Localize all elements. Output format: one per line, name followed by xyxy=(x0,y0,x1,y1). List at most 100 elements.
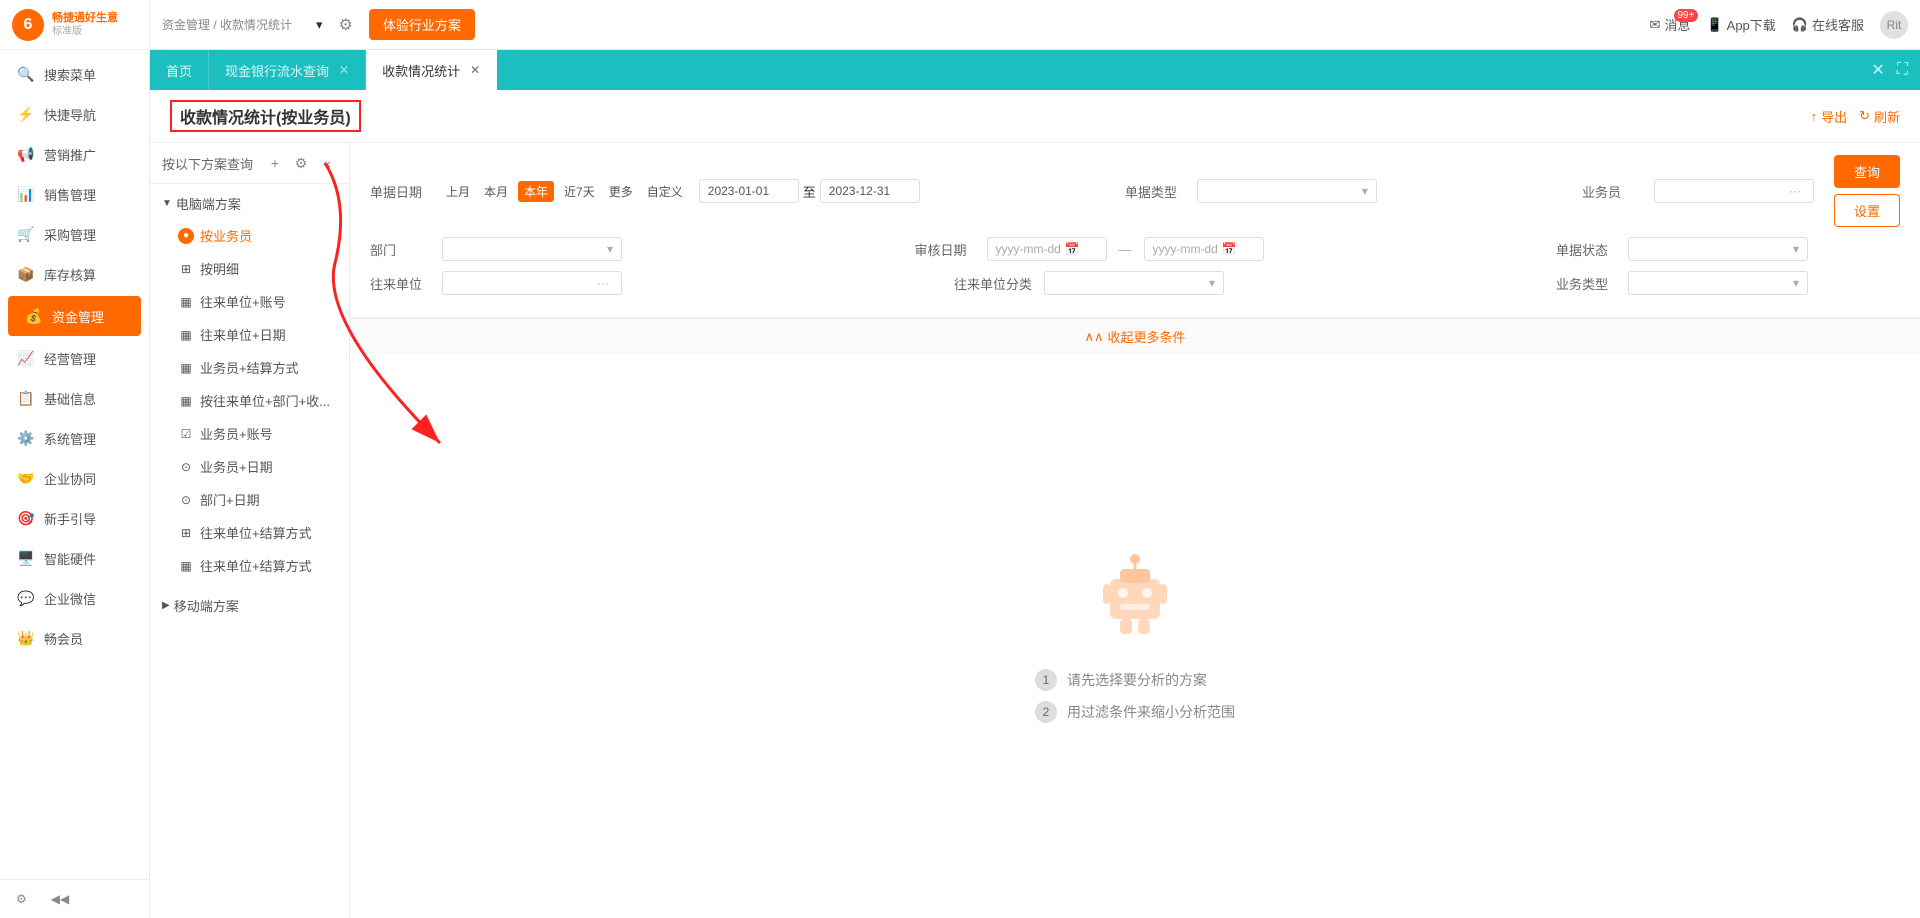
sidebar-item-sales[interactable]: 📊销售管理 xyxy=(0,174,149,214)
tab-home[interactable]: 首页 xyxy=(150,50,209,90)
collapse-panel-btn[interactable]: « xyxy=(317,153,337,173)
sidebar-guide-icon: 🎯 xyxy=(16,508,36,528)
dept-select[interactable]: ▾ xyxy=(442,237,622,261)
empty-state: 1 请先选择要分析的方案 2 用过滤条件来缩小分析范围 xyxy=(350,354,1920,918)
unit-category-label: 往来单位分类 xyxy=(954,274,1032,293)
sidebar-item-label: 营销推广 xyxy=(44,145,96,164)
scheme-group-mobile-title[interactable]: ▶ 移动端方案 xyxy=(150,590,349,621)
scheme-item-staff-settle[interactable]: ▦ 业务员+结算方式 xyxy=(150,351,349,384)
sidebar-item-member[interactable]: 👑畅会员 xyxy=(0,618,149,658)
scheme-icon: ▦ xyxy=(178,360,194,376)
app-icon: 📱 xyxy=(1706,17,1722,33)
scheme-item-by-detail[interactable]: ⊞ 按明细 xyxy=(150,252,349,285)
scheme-item-dept-date[interactable]: ⊙ 部门+日期 xyxy=(150,483,349,516)
close-window-icon[interactable]: ✕ xyxy=(1871,60,1884,80)
staff-select[interactable]: ··· xyxy=(1654,179,1814,203)
group-collapsed-icon: ▶ xyxy=(162,600,170,611)
sidebar-item-label: 快捷导航 xyxy=(44,105,96,124)
topbar-gear-icon[interactable]: ⚙ xyxy=(339,15,353,35)
calendar2-icon: 📅 xyxy=(1222,242,1237,256)
tab-bank[interactable]: 现金银行流水查询 ✕ xyxy=(209,50,366,90)
unit-select[interactable]: ··· xyxy=(442,271,622,295)
doc-type-select[interactable]: ▾ xyxy=(1197,179,1377,203)
date-btn-last-month[interactable]: 上月 xyxy=(442,181,474,202)
scheme-item-unit-settle1[interactable]: ⊞ 往来单位+结算方式 xyxy=(150,516,349,549)
audit-from-input[interactable]: yyyy-mm-dd 📅 xyxy=(987,237,1107,261)
date-range-inputs: 至 xyxy=(699,179,920,203)
sidebar-item-wechat[interactable]: 💬企业微信 xyxy=(0,578,149,618)
export-button[interactable]: ↑ 导出 xyxy=(1811,107,1848,126)
date-to-input[interactable] xyxy=(820,179,920,203)
query-button[interactable]: 查询 xyxy=(1834,155,1900,188)
date-btn-this-month[interactable]: 本月 xyxy=(480,181,512,202)
scheme-item-by-staff[interactable]: ● 按业务员 xyxy=(150,219,349,252)
sidebar-item-basic[interactable]: 📋 基础信息 xyxy=(0,378,149,418)
user-avatar[interactable]: Rit xyxy=(1880,11,1908,39)
collapse-sidebar-icon[interactable]: ◀◀ xyxy=(43,888,77,910)
trial-button[interactable]: 体验行业方案 xyxy=(369,9,475,40)
sidebar-item-finance[interactable]: 💰资金管理 xyxy=(8,296,141,336)
scheme-item-unit-dept[interactable]: ▦ 按往来单位+部门+收... xyxy=(150,384,349,417)
sidebar-item-guide[interactable]: 🎯 新手引导 xyxy=(0,498,149,538)
sidebar-item-system[interactable]: ⚙️系统管理 xyxy=(0,418,149,458)
sidebar-item-purchase[interactable]: 🛒采购管理 xyxy=(0,214,149,254)
doc-status-select[interactable]: ▾ xyxy=(1628,237,1808,261)
settings-button[interactable]: 设置 xyxy=(1834,194,1900,227)
doc-status-label: 单据状态 xyxy=(1556,240,1616,259)
sidebar-item-coop[interactable]: 🤝企业协同 xyxy=(0,458,149,498)
biz-type-select[interactable]: ▾ xyxy=(1628,271,1808,295)
sidebar-operation-icon: 📈 xyxy=(16,348,36,368)
add-scheme-btn[interactable]: + xyxy=(265,153,285,173)
collapse-bar[interactable]: ∧∧ 收起更多条件 xyxy=(350,318,1920,354)
tabbar-controls: ✕ ⛶ xyxy=(1859,60,1920,80)
online-service-btn[interactable]: 🎧 在线客服 xyxy=(1792,15,1864,34)
app-download-btn[interactable]: 📱 App下载 xyxy=(1706,15,1775,34)
sidebar-member-icon: 👑 xyxy=(16,628,36,648)
scheme-group-pc-title[interactable]: ▼ 电脑端方案 xyxy=(150,188,349,219)
sidebar-item-label: 基础信息 xyxy=(44,389,96,408)
message-btn[interactable]: ✉ 消息 99+ xyxy=(1650,15,1691,34)
scheme-icon: ⊞ xyxy=(178,525,194,541)
sidebar-item-label: 经营管理 xyxy=(44,349,96,368)
sidebar-item-label: 企业协同 xyxy=(44,469,96,488)
audit-to-input[interactable]: yyyy-mm-dd 📅 xyxy=(1144,237,1264,261)
empty-step-1: 1 请先选择要分析的方案 xyxy=(1035,669,1235,691)
scheme-item-staff-date[interactable]: ⊙ 业务员+日期 xyxy=(150,450,349,483)
date-btn-this-year[interactable]: 本年 xyxy=(518,181,554,202)
date-btn-more[interactable]: 更多 xyxy=(605,181,637,202)
step-1-label: 请先选择要分析的方案 xyxy=(1067,670,1207,690)
sidebar-item-quick[interactable]: ⚡快捷导航 xyxy=(0,94,149,134)
topbar-dropdown-icon[interactable]: ▾ xyxy=(316,17,323,33)
sidebar-item-hardware[interactable]: 🖥️智能硬件 xyxy=(0,538,149,578)
sidebar-item-label: 库存核算 xyxy=(44,265,96,284)
logo-icon: 6 xyxy=(12,9,44,41)
date-btn-custom[interactable]: 自定义 xyxy=(643,181,687,202)
tab-receipt-close[interactable]: ✕ xyxy=(470,63,480,77)
left-panel: 按以下方案查询 + ⚙ « ▼ 电脑端方案 ● xyxy=(150,143,350,918)
sidebar-item-inventory[interactable]: 📦库存核算 xyxy=(0,254,149,294)
scheme-icon: ⊙ xyxy=(178,492,194,508)
sidebar-basic-icon: 📋 xyxy=(16,388,36,408)
sidebar-item-marketing[interactable]: 📢营销推广 xyxy=(0,134,149,174)
sidebar-hardware-icon: 🖥️ xyxy=(16,548,36,568)
unit-category-select[interactable]: ▾ xyxy=(1044,271,1224,295)
fullscreen-icon[interactable]: ⛶ xyxy=(1897,61,1908,79)
left-panel-title: 按以下方案查询 xyxy=(162,154,253,173)
sidebar-item-operation[interactable]: 📈 经营管理 xyxy=(0,338,149,378)
date-from-input[interactable] xyxy=(699,179,799,203)
date-btn-7days[interactable]: 近7天 xyxy=(560,181,599,202)
scheme-item-staff-account[interactable]: ☑ 业务员+账号 xyxy=(150,417,349,450)
filter-actions: 查询 设置 xyxy=(1834,155,1900,227)
settings-scheme-btn[interactable]: ⚙ xyxy=(291,153,311,173)
sidebar-item-label: 新手引导 xyxy=(44,509,96,528)
scheme-item-unit-settle2[interactable]: ▦ 往来单位+结算方式 xyxy=(150,549,349,582)
message-icon: ✉ xyxy=(1650,17,1661,33)
settings-icon[interactable]: ⚙ xyxy=(8,888,35,910)
tab-receipt[interactable]: 收款情况统计 ✕ xyxy=(366,50,497,90)
refresh-button[interactable]: ↻ 刷新 xyxy=(1859,107,1900,126)
scheme-item-unit-account[interactable]: ▦ 往来单位+账号 xyxy=(150,285,349,318)
sidebar-item-search[interactable]: 🔍搜索菜单 xyxy=(0,54,149,94)
scheme-item-unit-date[interactable]: ▦ 往来单位+日期 xyxy=(150,318,349,351)
tab-bank-close[interactable]: ✕ xyxy=(339,63,349,77)
sidebar-search-icon: 🔍 xyxy=(16,64,36,84)
